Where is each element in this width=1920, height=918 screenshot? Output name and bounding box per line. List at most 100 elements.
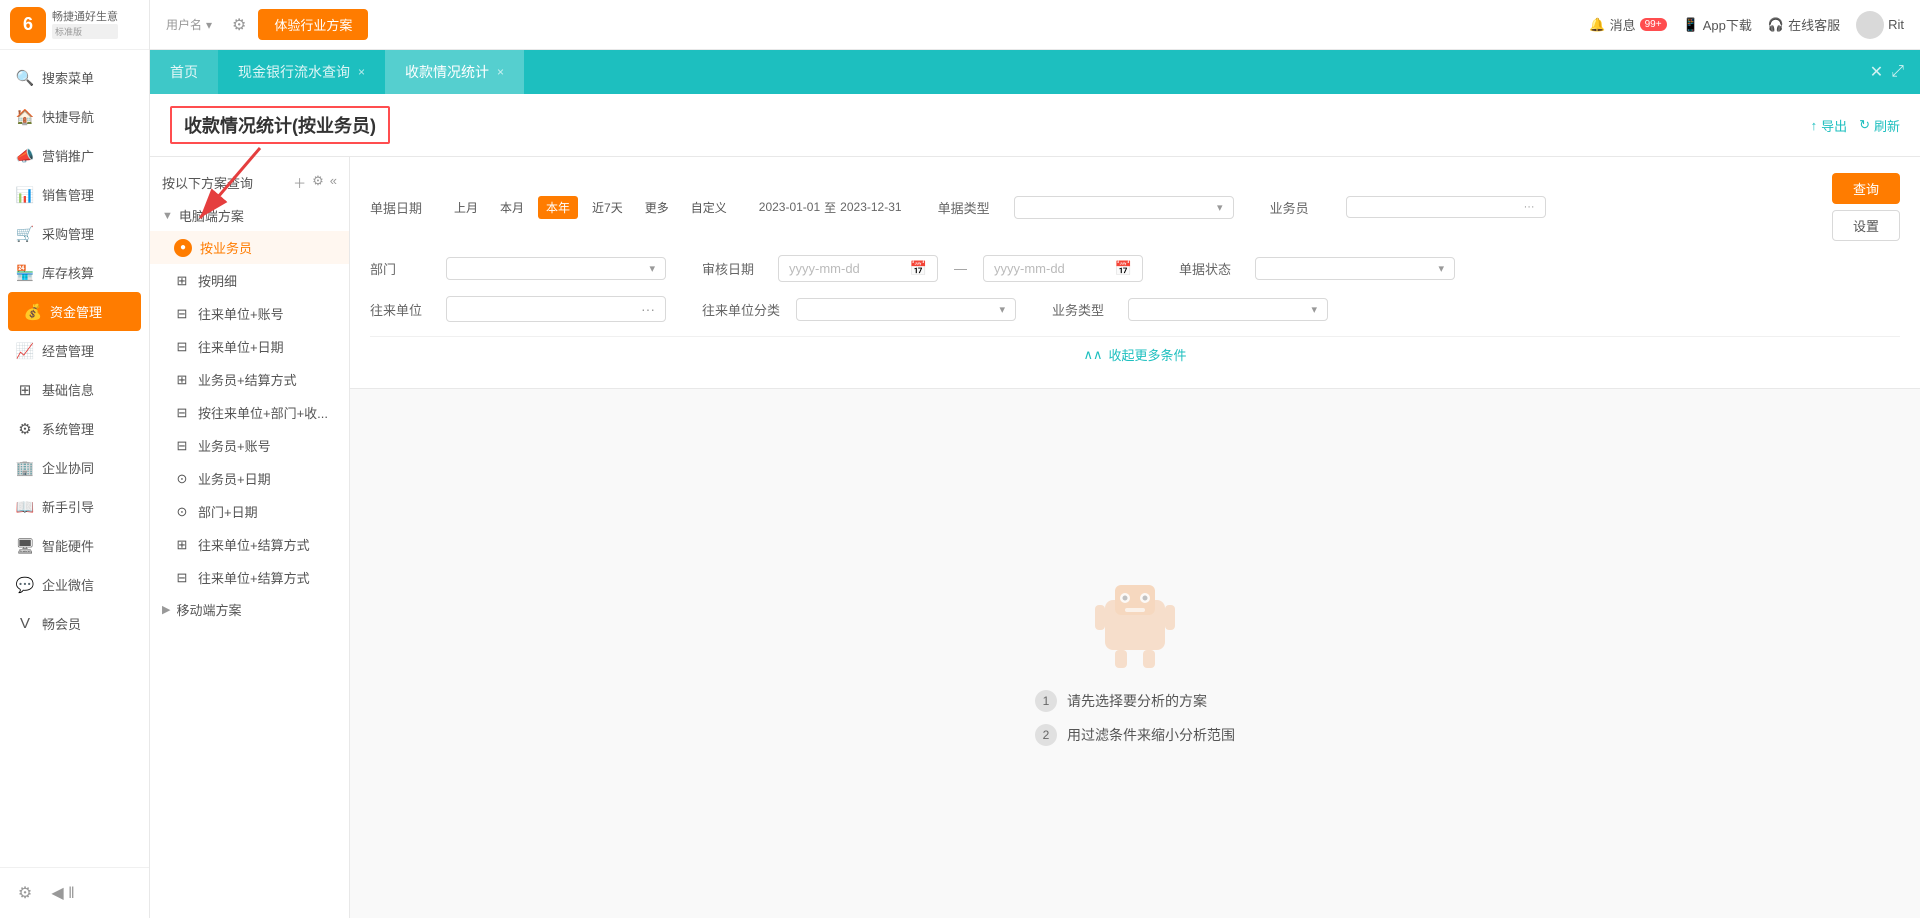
schema-item-unit-date[interactable]: ⊟ 往来单位+日期 [150, 330, 349, 363]
unit-category-select[interactable]: ▾ [796, 298, 1016, 321]
page-actions: ↑ 导出 ↻ 刷新 [1811, 116, 1900, 135]
review-date-to[interactable]: yyyy-mm-dd 📅 [983, 255, 1143, 282]
date-btn-this-month[interactable]: 本月 [492, 196, 532, 219]
review-from-placeholder: yyyy-mm-dd [789, 261, 860, 276]
dept-select[interactable]: ▾ [446, 257, 666, 280]
trial-button[interactable]: 体验行业方案 [258, 9, 368, 40]
app-download-btn[interactable]: 📱 App下载 [1683, 15, 1752, 34]
settings-bottom-btn[interactable]: ⚙ [10, 878, 40, 908]
search-icon: 🔍 [16, 69, 34, 87]
schema-item-by-detail[interactable]: ⊞ 按明细 [150, 264, 349, 297]
doc-status-arrow: ▾ [1438, 262, 1444, 275]
collapse-panel-btn[interactable]: « [330, 173, 337, 192]
sidebar: 6 畅捷通好生意 标准版 🔍 搜索菜单 🏠 快捷导航 📣 营销推广 📊 销售管理… [0, 0, 150, 918]
schema-item-unit-date-label: 往来单位+日期 [198, 337, 284, 356]
sidebar-item-operations[interactable]: 📈 经营管理 [0, 331, 149, 370]
unit-more-btn[interactable]: ··· [641, 301, 655, 317]
doc-status-select[interactable]: ▾ [1255, 257, 1455, 280]
edition-badge: 标准版 [52, 24, 118, 39]
sidebar-item-sales[interactable]: 📊 销售管理 [0, 175, 149, 214]
tab-collection[interactable]: 收款情况统计 × [385, 50, 524, 94]
step-1-text: 请先选择要分析的方案 [1067, 691, 1207, 711]
system-icon: ⚙ [16, 420, 34, 438]
user-info[interactable]: Rit [1856, 11, 1904, 39]
add-schema-btn[interactable]: ＋ [293, 173, 306, 192]
sidebar-item-system[interactable]: ⚙ 系统管理 [0, 409, 149, 448]
hardware-icon: 🖥 [16, 537, 34, 555]
topbar-gear-btn[interactable]: ⚙ [232, 15, 246, 35]
group-desktop-label: 电脑端方案 [179, 206, 244, 225]
date-btn-7days[interactable]: 近7天 [584, 196, 631, 219]
finance-icon: 💰 [24, 303, 42, 321]
business-type-select[interactable]: ▾ [1128, 298, 1328, 321]
schema-group-mobile-title[interactable]: ▶ 移动端方案 [150, 594, 349, 625]
sidebar-item-quicknav[interactable]: 🏠 快捷导航 [0, 97, 149, 136]
sidebar-item-guide[interactable]: 📖 新手引导 [0, 487, 149, 526]
business-type-arrow: ▾ [1311, 303, 1317, 316]
date-btn-this-year[interactable]: 本年 [538, 196, 578, 219]
date-btn-more[interactable]: 更多 [637, 196, 677, 219]
sidebar-item-member[interactable]: V 畅会员 [0, 604, 149, 643]
tab-bank[interactable]: 现金银行流水查询 × [218, 50, 385, 94]
logo-icon: 6 [10, 7, 46, 43]
basic-icon: ⊞ [16, 381, 34, 399]
collapse-sidebar-btn[interactable]: ◀ ‖ [48, 878, 78, 908]
collapse-more-btn[interactable]: ∧∧ 收起更多条件 [370, 336, 1900, 372]
empty-illustration [1075, 550, 1195, 670]
sidebar-item-system-label: 系统管理 [42, 419, 94, 438]
schema-item-unit-settle1[interactable]: ⊞ 往来单位+结算方式 [150, 528, 349, 561]
sidebar-item-wechat[interactable]: 💬 企业微信 [0, 565, 149, 604]
schema-group-desktop-title[interactable]: ▼ 电脑端方案 [150, 200, 349, 231]
schema-item-dept-date[interactable]: ⊙ 部门+日期 [150, 495, 349, 528]
unit-select[interactable]: ··· [446, 296, 666, 322]
date-btn-custom[interactable]: 自定义 [683, 196, 735, 219]
unit-label: 往来单位 [370, 300, 430, 319]
left-panel: 按以下方案查询 ＋ ⚙ « ▼ 电脑端方案 [150, 157, 350, 918]
maximize-btn[interactable]: ⤢ [1891, 63, 1904, 81]
close-window-btn[interactable]: ✕ [1870, 62, 1883, 82]
sidebar-item-sales-label: 销售管理 [42, 185, 94, 204]
messages-label: 消息 [1610, 15, 1636, 34]
schema-item-unit-settle2[interactable]: ⊟ 往来单位+结算方式 [150, 561, 349, 594]
unit-dept-icon: ⊟ [174, 405, 190, 421]
sidebar-item-basic[interactable]: ⊞ 基础信息 [0, 370, 149, 409]
doc-type-select[interactable]: ▾ [1014, 196, 1234, 219]
online-service-btn[interactable]: 🎧 在线客服 [1768, 15, 1840, 34]
sidebar-item-finance[interactable]: 💰 资金管理 [8, 292, 141, 331]
sidebar-item-enterprise[interactable]: 🏢 企业协同 [0, 448, 149, 487]
schema-item-unit-dept[interactable]: ⊟ 按往来单位+部门+收... [150, 396, 349, 429]
member-icon: V [16, 615, 34, 633]
review-cal-from[interactable]: 📅 [910, 260, 927, 277]
main-content: 用户名 ▾ ⚙ 体验行业方案 🔔 消息 99+ 📱 App下载 🎧 在线客服 R… [150, 0, 1920, 918]
export-btn[interactable]: ↑ 导出 [1811, 116, 1848, 135]
sidebar-nav: 🔍 搜索菜单 🏠 快捷导航 📣 营销推广 📊 销售管理 🛒 采购管理 🏪 库存核… [0, 50, 149, 867]
setting-button[interactable]: 设置 [1832, 210, 1900, 241]
enterprise-icon: 🏢 [16, 459, 34, 477]
date-btn-last-month[interactable]: 上月 [446, 196, 486, 219]
topbar-right: 🔔 消息 99+ 📱 App下载 🎧 在线客服 Rit [1589, 11, 1904, 39]
tab-home[interactable]: 首页 [150, 50, 218, 94]
tab-collection-close[interactable]: × [497, 65, 504, 79]
tab-bank-close[interactable]: × [358, 65, 365, 79]
sidebar-item-purchase[interactable]: 🛒 采购管理 [0, 214, 149, 253]
schema-item-unit-account[interactable]: ⊟ 往来单位+账号 [150, 297, 349, 330]
schema-item-salesperson-account[interactable]: ⊟ 业务员+账号 [150, 429, 349, 462]
schema-item-salesperson-date[interactable]: ⊙ 业务员+日期 [150, 462, 349, 495]
messages-badge: 99+ [1640, 18, 1667, 31]
schema-item-salesperson-settle[interactable]: ⊞ 业务员+结算方式 [150, 363, 349, 396]
review-date-from[interactable]: yyyy-mm-dd 📅 [778, 255, 938, 282]
tab-bar: 首页 现金银行流水查询 × 收款情况统计 × ✕ ⤢ [150, 50, 1920, 94]
query-button[interactable]: 查询 [1832, 173, 1900, 204]
review-cal-to[interactable]: 📅 [1115, 260, 1132, 277]
salesperson-select[interactable]: ··· [1346, 196, 1546, 218]
sidebar-item-hardware[interactable]: 🖥 智能硬件 [0, 526, 149, 565]
sidebar-item-marketing[interactable]: 📣 营销推广 [0, 136, 149, 175]
sidebar-item-search[interactable]: 🔍 搜索菜单 [0, 58, 149, 97]
breadcrumb-arrow[interactable]: ▾ [206, 18, 212, 32]
refresh-btn[interactable]: ↻ 刷新 [1859, 116, 1900, 135]
schema-item-by-salesperson[interactable]: ● 按业务员 [150, 231, 349, 264]
schema-settings-btn[interactable]: ⚙ [312, 173, 324, 192]
sidebar-item-inventory[interactable]: 🏪 库存核算 [0, 253, 149, 292]
review-date-label: 审核日期 [702, 259, 762, 278]
messages-btn[interactable]: 🔔 消息 99+ [1589, 15, 1666, 34]
